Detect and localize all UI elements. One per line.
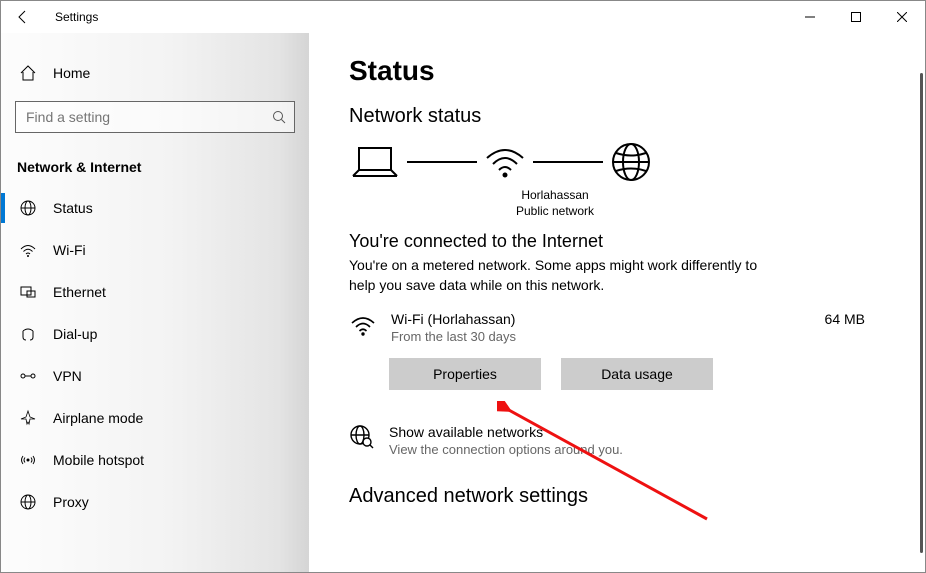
connected-heading: You're connected to the Internet: [349, 231, 885, 252]
sidebar-item-ethernet[interactable]: Ethernet: [1, 271, 309, 313]
sidebar-item-wifi[interactable]: Wi-Fi: [1, 229, 309, 271]
sidebar-item-status[interactable]: Status: [1, 187, 309, 229]
sidebar-item-label: Wi-Fi: [53, 242, 86, 258]
sidebar-item-airplane[interactable]: Airplane mode: [1, 397, 309, 439]
sidebar-item-vpn[interactable]: VPN: [1, 355, 309, 397]
diagram-line: [407, 161, 477, 163]
settings-window: Settings Home: [0, 0, 926, 573]
globe-search-icon: [349, 424, 375, 450]
maximize-button[interactable]: [833, 1, 879, 33]
dialup-icon: [19, 325, 37, 343]
minimize-button[interactable]: [787, 1, 833, 33]
back-button[interactable]: [1, 1, 45, 33]
sidebar-section-header: Network & Internet: [1, 133, 309, 187]
ethernet-icon: [19, 283, 37, 301]
sidebar-item-label: Proxy: [53, 494, 89, 510]
proxy-icon: [19, 493, 37, 511]
connection-usage: 64 MB: [825, 311, 885, 327]
diagram-net-type: Public network: [455, 204, 655, 220]
window-title: Settings: [45, 10, 98, 24]
wifi-large-icon: [483, 142, 527, 182]
close-button[interactable]: [879, 1, 925, 33]
diagram-line: [533, 161, 603, 163]
show-available-networks[interactable]: Show available networks View the connect…: [349, 424, 885, 457]
diagram-ssid: Horlahassan: [455, 188, 655, 204]
sidebar-home-label: Home: [53, 65, 90, 81]
search-icon: [272, 110, 286, 124]
titlebar: Settings: [1, 1, 925, 33]
section-advanced: Advanced network settings: [349, 485, 885, 508]
connection-row: Wi-Fi (Horlahassan) From the last 30 day…: [349, 311, 885, 344]
sidebar: Home Network & Internet Status: [1, 33, 309, 572]
globe-large-icon: [609, 140, 653, 184]
search-input-box[interactable]: [15, 101, 295, 133]
globe-icon: [19, 199, 37, 217]
page-title: Status: [349, 55, 885, 87]
sidebar-item-dialup[interactable]: Dial-up: [1, 313, 309, 355]
available-title: Show available networks: [389, 424, 623, 440]
content: Status Network status Horlahassan Public…: [309, 33, 925, 572]
home-icon: [19, 64, 37, 82]
sidebar-nav: Status Wi-Fi Ethernet: [1, 187, 309, 523]
sidebar-item-label: Airplane mode: [53, 410, 143, 426]
hotspot-icon: [19, 451, 37, 469]
sidebar-home[interactable]: Home: [1, 53, 309, 93]
sidebar-item-proxy[interactable]: Proxy: [1, 481, 309, 523]
sidebar-item-hotspot[interactable]: Mobile hotspot: [1, 439, 309, 481]
connection-period: From the last 30 days: [391, 329, 811, 344]
available-sub: View the connection options around you.: [389, 442, 623, 457]
airplane-icon: [19, 409, 37, 427]
network-diagram: [349, 140, 885, 184]
sidebar-item-label: Dial-up: [53, 326, 97, 342]
sidebar-item-label: Mobile hotspot: [53, 452, 144, 468]
annotation-arrow: [497, 401, 717, 531]
wifi-icon: [19, 241, 37, 259]
section-network-status: Network status: [349, 105, 885, 128]
vpn-icon: [19, 367, 37, 385]
sidebar-item-label: VPN: [53, 368, 82, 384]
properties-button[interactable]: Properties: [389, 358, 541, 390]
diagram-caption: Horlahassan Public network: [455, 188, 655, 219]
scrollbar[interactable]: [920, 73, 923, 553]
wifi-icon: [349, 311, 377, 339]
laptop-icon: [349, 142, 401, 182]
connection-name: Wi-Fi (Horlahassan): [391, 311, 811, 327]
sidebar-item-label: Status: [53, 200, 93, 216]
search-input[interactable]: [24, 108, 244, 126]
connected-sub: You're on a metered network. Some apps m…: [349, 256, 769, 295]
data-usage-button[interactable]: Data usage: [561, 358, 713, 390]
sidebar-item-label: Ethernet: [53, 284, 106, 300]
